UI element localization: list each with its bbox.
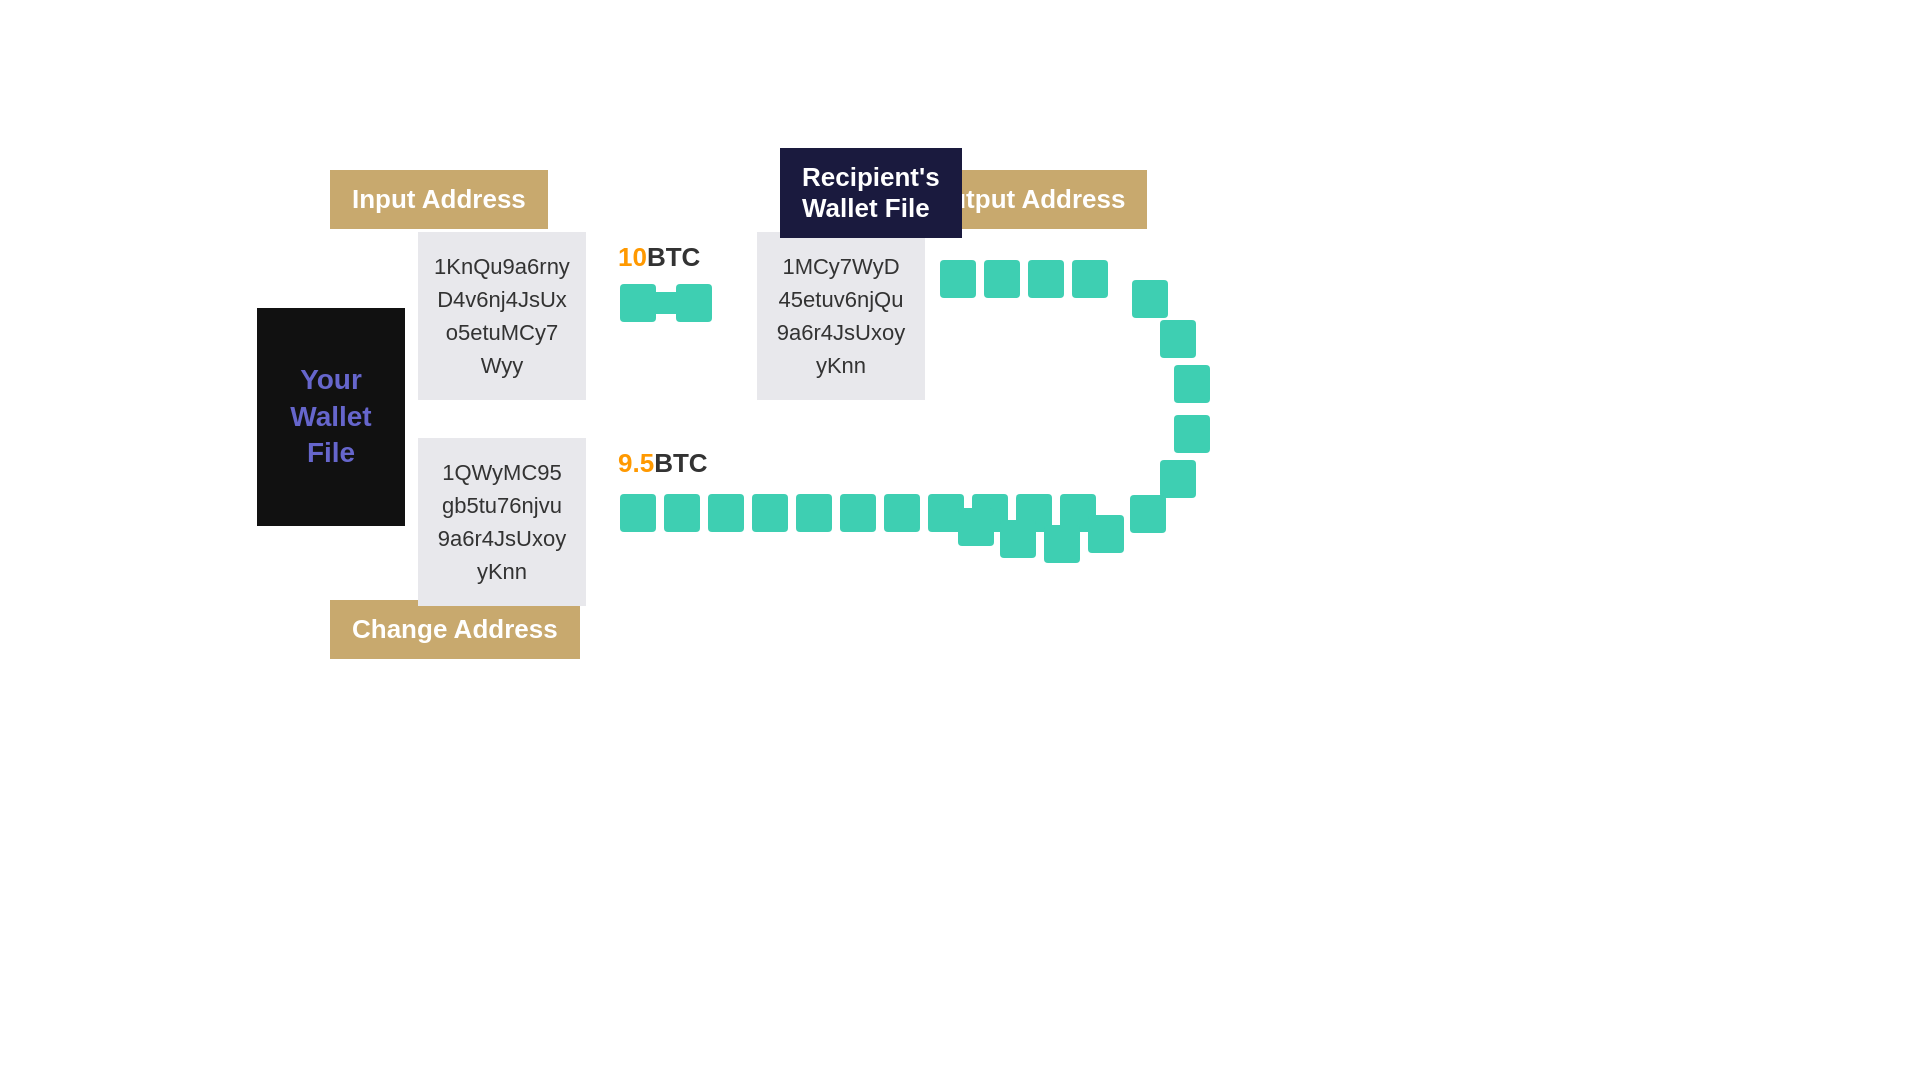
chain-top-svg bbox=[618, 278, 718, 328]
svg-rect-6 bbox=[752, 494, 788, 532]
svg-rect-4 bbox=[664, 494, 700, 532]
change-address-box: 1QWyMC95gb5tu76njvu9a6r4JsUxoyyKnn bbox=[418, 438, 586, 606]
wallet-file-label: YourWalletFile bbox=[290, 362, 371, 471]
svg-rect-27 bbox=[958, 508, 994, 546]
svg-rect-15 bbox=[984, 260, 1020, 298]
input-address-tab-text: Input Address bbox=[352, 184, 526, 214]
svg-rect-19 bbox=[1160, 320, 1196, 358]
amount-bottom-label: 9.5BTC bbox=[618, 448, 708, 479]
svg-rect-8 bbox=[840, 494, 876, 532]
svg-rect-21 bbox=[1174, 415, 1210, 453]
recipient-address-box: 1MCy7WyD45etuv6njQu9a6r4JsUxoyyKnn bbox=[757, 232, 925, 400]
svg-rect-3 bbox=[620, 494, 656, 532]
recipient-address-text: 1MCy7WyD45etuv6njQu9a6r4JsUxoyyKnn bbox=[777, 254, 905, 378]
svg-rect-0 bbox=[620, 284, 656, 322]
svg-rect-5 bbox=[708, 494, 744, 532]
recipient-wallet-tab: Recipient'sWallet File bbox=[780, 148, 962, 238]
wallet-file-box: YourWalletFile bbox=[257, 308, 405, 526]
svg-rect-22 bbox=[1160, 460, 1196, 498]
amount-bottom-value: 9.5 bbox=[618, 448, 654, 478]
right-curved-chain bbox=[940, 230, 1220, 630]
change-address-tab-text: Change Address bbox=[352, 614, 558, 644]
recipient-wallet-text: Recipient'sWallet File bbox=[802, 162, 940, 223]
svg-rect-9 bbox=[884, 494, 920, 532]
amount-bottom-unit: BTC bbox=[654, 448, 707, 478]
input-address-box: 1KnQu9a6rnyD4v6nj4JsUxo5etuMCy7Wyy bbox=[418, 232, 586, 400]
svg-rect-14 bbox=[940, 260, 976, 298]
amount-top-value: 10 bbox=[618, 242, 647, 272]
input-address-tab: Input Address bbox=[330, 170, 548, 229]
chain-top-row bbox=[618, 278, 718, 328]
svg-rect-23 bbox=[1130, 495, 1166, 533]
svg-rect-18 bbox=[1132, 280, 1168, 318]
input-address-text: 1KnQu9a6rnyD4v6nj4JsUxo5etuMCy7Wyy bbox=[434, 254, 570, 378]
amount-top-label: 10BTC bbox=[618, 242, 700, 273]
svg-rect-16 bbox=[1028, 260, 1064, 298]
change-address-text: 1QWyMC95gb5tu76njvu9a6r4JsUxoyyKnn bbox=[438, 460, 566, 584]
svg-rect-1 bbox=[676, 284, 712, 322]
svg-rect-7 bbox=[796, 494, 832, 532]
diagram-container: YourWalletFile Input Address Change Addr… bbox=[0, 0, 1920, 1080]
svg-rect-20 bbox=[1174, 365, 1210, 403]
svg-rect-17 bbox=[1072, 260, 1108, 298]
change-address-tab: Change Address bbox=[330, 600, 580, 659]
amount-top-unit: BTC bbox=[647, 242, 700, 272]
svg-rect-2 bbox=[654, 292, 678, 314]
svg-rect-25 bbox=[1044, 525, 1080, 563]
svg-rect-24 bbox=[1088, 515, 1124, 553]
svg-rect-26 bbox=[1000, 520, 1036, 558]
